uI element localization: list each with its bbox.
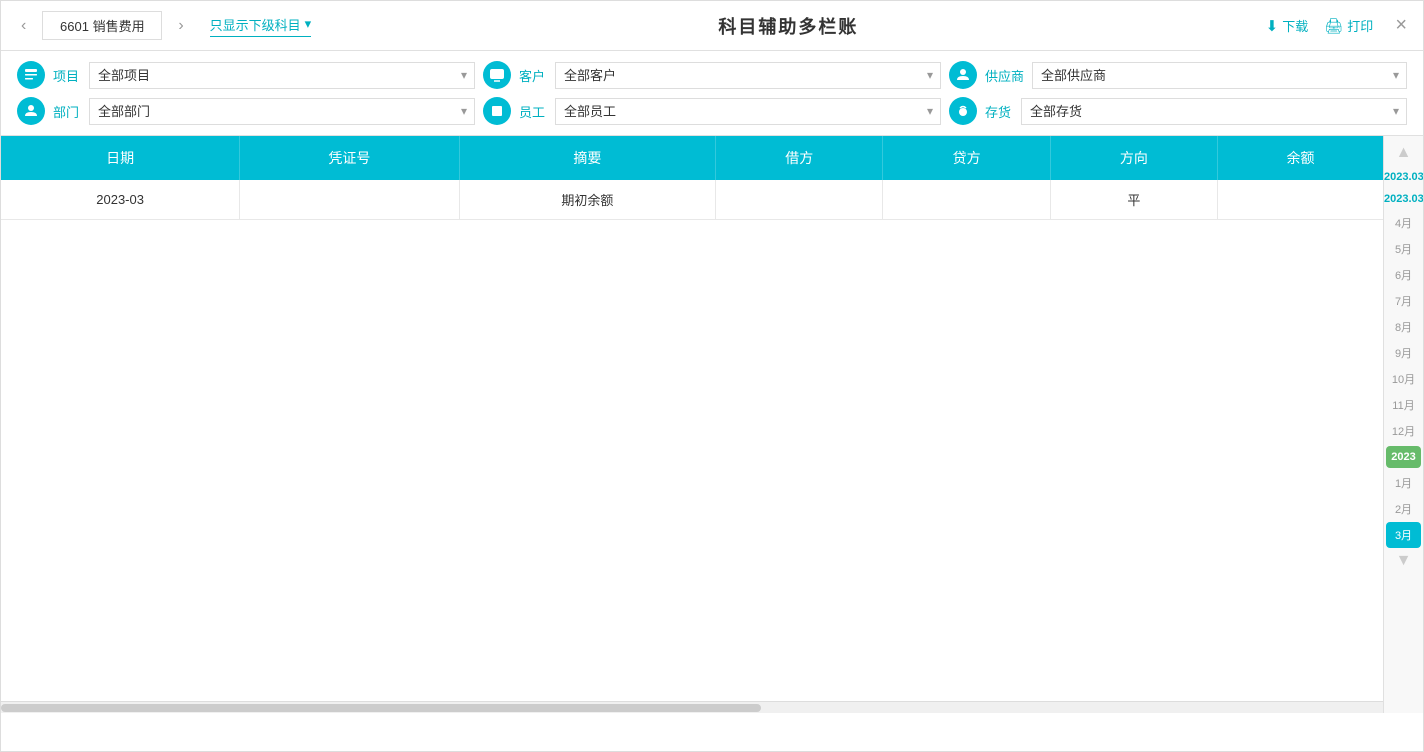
- sidebar-item-month-9[interactable]: 9月: [1384, 340, 1423, 366]
- sidebar-scroll-down-button[interactable]: ▼: [1392, 548, 1416, 574]
- show-sub-label: 只显示下级科目: [210, 15, 301, 34]
- table-header-row: 日期 凭证号 摘要 借方 贷方 方向 余额: [1, 136, 1383, 180]
- ledger-table: 日期 凭证号 摘要 借方 贷方 方向 余额 2023-03 期初余额: [1, 136, 1383, 220]
- col-summary: 摘要: [459, 136, 716, 180]
- sidebar-item-month-5[interactable]: 5月: [1384, 236, 1423, 262]
- filter-row-project: 项目 全部项目: [17, 61, 475, 89]
- sidebar-item-month-2[interactable]: 2月: [1384, 496, 1423, 522]
- col-balance: 余额: [1218, 136, 1383, 180]
- sidebar-item-month-12[interactable]: 12月: [1384, 418, 1423, 444]
- print-label: 打印: [1347, 16, 1373, 35]
- scrollbar-thumb[interactable]: [1, 704, 761, 712]
- sidebar-scroll-up-button[interactable]: ▲: [1392, 140, 1416, 166]
- horizontal-scrollbar[interactable]: [1, 701, 1383, 713]
- table-row: 2023-03 期初余额 平: [1, 180, 1383, 220]
- project-icon: [17, 61, 45, 89]
- project-select[interactable]: 全部项目: [89, 62, 475, 89]
- cell-credit: [883, 180, 1050, 220]
- sidebar-item-month-4[interactable]: 4月: [1384, 210, 1423, 236]
- customer-icon: [483, 61, 511, 89]
- action-buttons: ⬇ 下载 🖨 打印: [1266, 16, 1374, 35]
- page-title: 科目辅助多栏账: [323, 13, 1253, 39]
- cell-debit: [716, 180, 883, 220]
- col-debit: 借方: [716, 136, 883, 180]
- sidebar-item-month-1[interactable]: 1月: [1384, 470, 1423, 496]
- sidebar-item-month-3-active[interactable]: 3月: [1386, 522, 1421, 548]
- dept-icon: [17, 97, 45, 125]
- inventory-icon: [949, 97, 977, 125]
- main-content: 日期 凭证号 摘要 借方 贷方 方向 余额 2023-03 期初余额: [1, 136, 1423, 713]
- show-sub-arrow-icon: ▾: [305, 16, 312, 32]
- sidebar-item-month-8[interactable]: 8月: [1384, 314, 1423, 340]
- customer-label: 客户: [519, 66, 547, 85]
- download-label: 下载: [1282, 16, 1308, 35]
- download-icon: ⬇: [1266, 17, 1279, 35]
- cell-summary: 期初余额: [459, 180, 716, 220]
- filter-row-dept: 部门 全部部门: [17, 97, 475, 125]
- supplier-select-wrap: 全部供应商: [1032, 62, 1407, 89]
- show-sub-accounts-button[interactable]: 只显示下级科目 ▾: [210, 15, 312, 37]
- filter-row-employee: 员工 全部员工: [483, 97, 941, 125]
- col-voucher: 凭证号: [240, 136, 459, 180]
- filter-row-inventory: 存货 全部存货: [949, 97, 1407, 125]
- filter-row-supplier: 供应商 全部供应商: [949, 61, 1407, 89]
- table-body: 2023-03 期初余额 平: [1, 180, 1383, 220]
- supplier-select[interactable]: 全部供应商: [1032, 62, 1407, 89]
- inventory-label: 存货: [985, 102, 1013, 121]
- customer-select[interactable]: 全部客户: [555, 62, 941, 89]
- supplier-label: 供应商: [985, 66, 1024, 85]
- sidebar-year-2023[interactable]: 2023: [1386, 446, 1421, 468]
- supplier-icon: [949, 61, 977, 89]
- cell-voucher: [240, 180, 459, 220]
- print-icon: 🖨: [1324, 17, 1343, 35]
- employee-label: 员工: [519, 102, 547, 121]
- cell-balance: [1218, 180, 1383, 220]
- inventory-select-wrap: 全部存货: [1021, 98, 1407, 125]
- cell-date: 2023-03: [1, 180, 240, 220]
- customer-select-wrap: 全部客户: [555, 62, 941, 89]
- employee-icon: [483, 97, 511, 125]
- employee-select-wrap: 全部员工: [555, 98, 941, 125]
- header-bar: ‹ 6601 销售费用 › 只显示下级科目 ▾ 科目辅助多栏账 ⬇ 下载 🖨 打…: [1, 1, 1423, 51]
- close-button[interactable]: ×: [1395, 14, 1407, 37]
- col-credit: 贷方: [883, 136, 1050, 180]
- sidebar-item-month-11[interactable]: 11月: [1384, 392, 1423, 418]
- cell-direction: 平: [1050, 180, 1217, 220]
- sidebar-item-2023-03-start[interactable]: 2023.03: [1384, 166, 1423, 188]
- next-account-button[interactable]: ›: [174, 15, 187, 37]
- table-area: 日期 凭证号 摘要 借方 贷方 方向 余额 2023-03 期初余额: [1, 136, 1383, 713]
- filter-bar: 项目 全部项目 客户 全部客户 供应商: [1, 51, 1423, 136]
- inventory-select[interactable]: 全部存货: [1021, 98, 1407, 125]
- col-date: 日期: [1, 136, 240, 180]
- sidebar-item-month-6[interactable]: 6月: [1384, 262, 1423, 288]
- sidebar-item-2023-03-end[interactable]: 2023.03: [1384, 188, 1423, 210]
- employee-select[interactable]: 全部员工: [555, 98, 941, 125]
- project-label: 项目: [53, 66, 81, 85]
- main-window: ‹ 6601 销售费用 › 只显示下级科目 ▾ 科目辅助多栏账 ⬇ 下载 🖨 打…: [0, 0, 1424, 752]
- print-button[interactable]: 🖨 打印: [1324, 16, 1373, 35]
- dept-select[interactable]: 全部部门: [89, 98, 475, 125]
- dept-select-wrap: 全部部门: [89, 98, 475, 125]
- sidebar-item-month-7[interactable]: 7月: [1384, 288, 1423, 314]
- filter-row-customer: 客户 全部客户: [483, 61, 941, 89]
- prev-account-button[interactable]: ‹: [17, 15, 30, 37]
- col-direction: 方向: [1050, 136, 1217, 180]
- project-select-wrap: 全部项目: [89, 62, 475, 89]
- sidebar-item-month-10[interactable]: 10月: [1384, 366, 1423, 392]
- account-code-display: 6601 销售费用: [42, 11, 162, 40]
- dept-label: 部门: [53, 102, 81, 121]
- download-button[interactable]: ⬇ 下载: [1266, 16, 1309, 35]
- right-sidebar: ▲ 2023.03 2023.03 4月 5月 6月 7月 8月 9月 10月 …: [1383, 136, 1423, 713]
